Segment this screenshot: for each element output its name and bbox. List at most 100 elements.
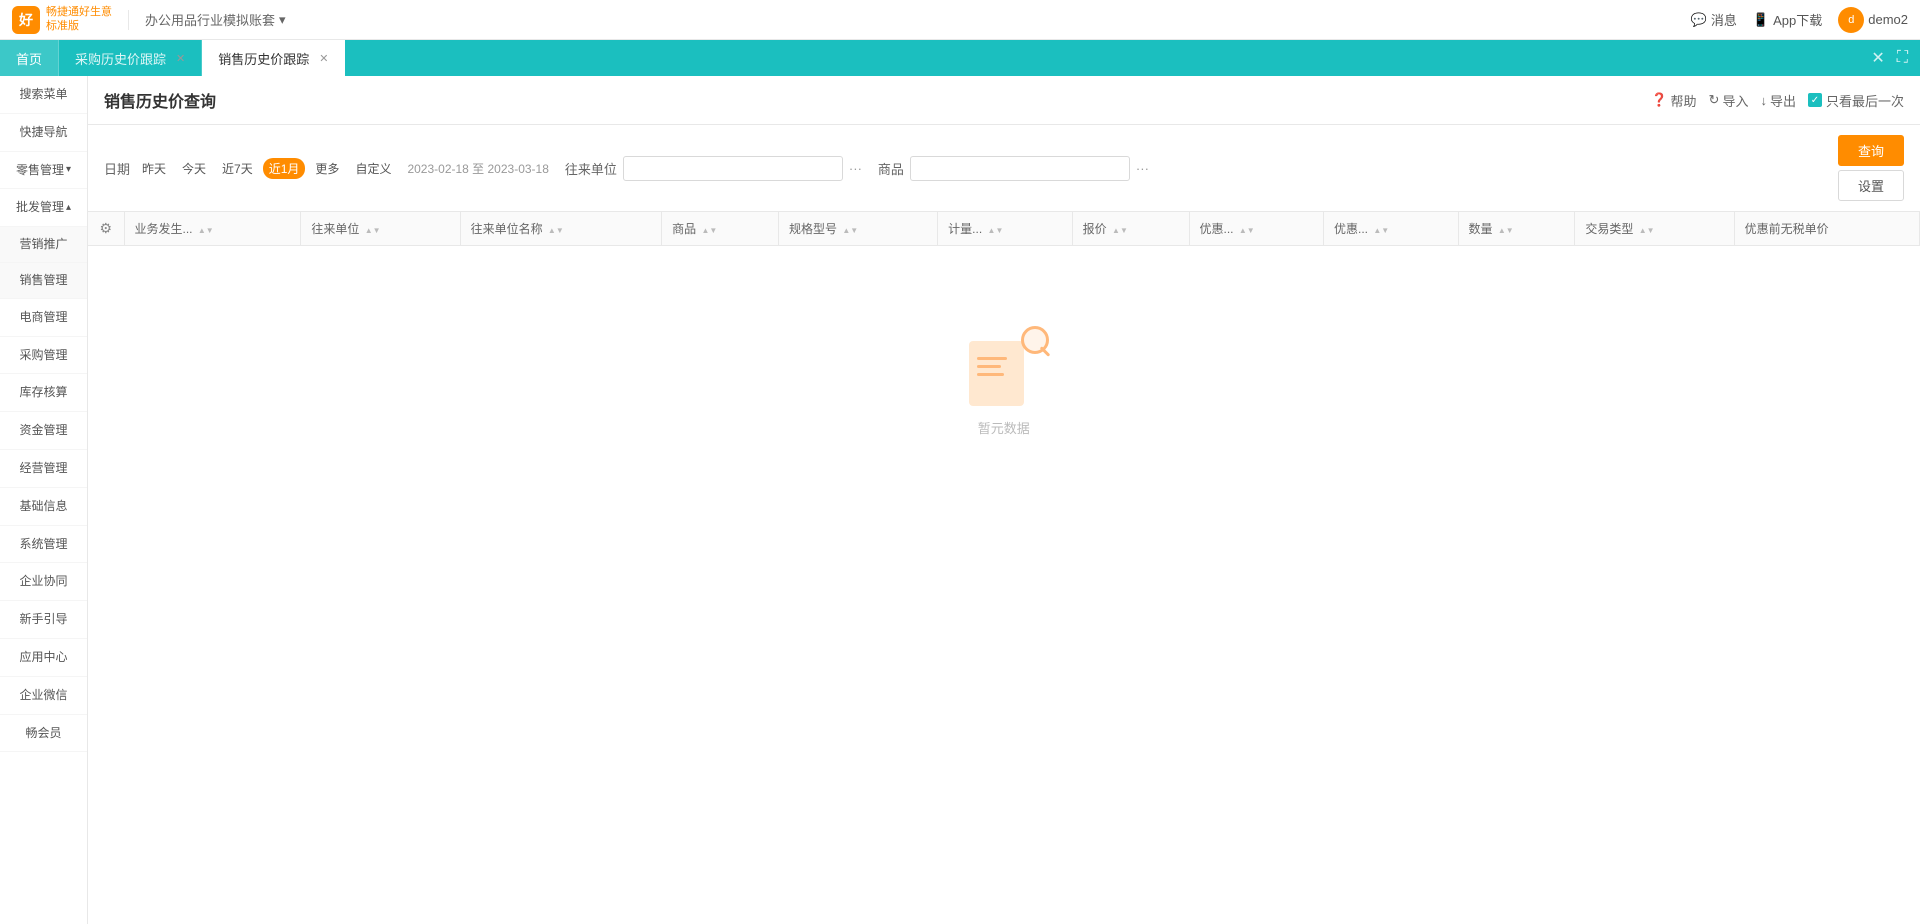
settings-button[interactable]: 设置 [1838, 170, 1904, 201]
th-product: 商品 ▲▼ [662, 212, 779, 246]
chevron-up-icon: ▴ [66, 201, 71, 215]
sidebar-item-app-center[interactable]: 应用中心 [0, 639, 87, 677]
logo-area: 好 畅捷通好生意 标准版 [12, 6, 112, 34]
filter-actions: 查询 设置 [1838, 135, 1904, 201]
sort-icon[interactable]: ▲▼ [548, 227, 564, 235]
th-quoted-price: 报价 ▲▼ [1072, 212, 1189, 246]
date-pill-today[interactable]: 今天 [176, 158, 212, 179]
sort-icon[interactable]: ▲▼ [1373, 227, 1389, 235]
date-pill-custom[interactable]: 自定义 [349, 158, 397, 179]
divider [128, 10, 129, 30]
sidebar-item-retail-mgmt[interactable]: 零售管理 ▾ [0, 152, 87, 190]
sidebar-item-member[interactable]: 畅会员 [0, 715, 87, 753]
close-purchase-tab[interactable]: ✕ [176, 52, 185, 65]
th-unit: 计量... ▲▼ [938, 212, 1073, 246]
empty-illustration [959, 326, 1049, 406]
avatar: d [1838, 7, 1864, 33]
sort-icon[interactable]: ▲▼ [365, 227, 381, 235]
table-container: ⚙ 业务发生... ▲▼ 往来单位 ▲▼ 往来单位名称 ▲▼ [88, 212, 1920, 924]
sort-icon[interactable]: ▲▼ [842, 227, 858, 235]
date-pill-more[interactable]: 更多 [309, 158, 345, 179]
date-pill-1month[interactable]: 近1月 [263, 158, 306, 179]
sidebar-item-quick-nav[interactable]: 快捷导航 [0, 114, 87, 152]
empty-state-cell: 暂元数据 [88, 246, 1920, 518]
sort-icon[interactable]: ▲▼ [1239, 227, 1255, 235]
counterparty-dots: ··· [849, 161, 862, 176]
sidebar-item-wechat[interactable]: 企业微信 [0, 677, 87, 715]
sort-icon[interactable]: ▲▼ [1498, 227, 1514, 235]
tab-purchase[interactable]: 采购历史价跟踪 ✕ [59, 40, 202, 76]
sidebar-item-sales-mgmt[interactable]: 销售管理 [0, 263, 87, 299]
counterparty-input[interactable] [623, 156, 843, 181]
th-pre-tax-price: 优惠前无税单价 [1734, 212, 1919, 246]
date-range-text: 2023-02-18 至 2023-03-18 [407, 160, 548, 177]
sidebar-item-basic-info[interactable]: 基础信息 [0, 488, 87, 526]
th-biz-date: 业务发生... ▲▼ [124, 212, 301, 246]
close-sales-tab[interactable]: ✕ [319, 52, 328, 65]
query-button[interactable]: 查询 [1838, 135, 1904, 166]
th-trade-type: 交易类型 ▲▼ [1575, 212, 1734, 246]
top-bar-right: 💬 消息 📱 App下载 d demo2 [1691, 7, 1908, 33]
tab-home[interactable]: 首页 [0, 40, 59, 76]
date-pills: 昨天 今天 近7天 近1月 更多 自定义 [136, 158, 397, 179]
doc-line [977, 357, 1007, 360]
sidebar-item-marketing[interactable]: 营销推广 [0, 227, 87, 263]
sidebar-sub-wholesale: 营销推广 销售管理 [0, 227, 87, 299]
tab-sales[interactable]: 销售历史价跟踪 ✕ [202, 40, 345, 76]
close-window-icon[interactable]: ✕ [1871, 48, 1884, 68]
sort-icon[interactable]: ▲▼ [1112, 227, 1128, 235]
sidebar-item-system[interactable]: 系统管理 [0, 526, 87, 564]
sidebar-item-inventory[interactable]: 库存核算 [0, 374, 87, 412]
sort-icon[interactable]: ▲▼ [198, 227, 214, 235]
only-last-checkbox[interactable]: 只看最后一次 [1808, 91, 1904, 110]
product-filter-group: 商品 ··· [878, 156, 1149, 181]
date-filter-label: 日期 [104, 159, 130, 178]
sort-icon[interactable]: ▲▼ [701, 227, 717, 235]
import-button[interactable]: ↻ 导入 [1709, 91, 1749, 110]
gear-icon[interactable]: ⚙ [99, 220, 112, 236]
date-pill-7days[interactable]: 近7天 [216, 158, 259, 179]
counterparty-label: 往来单位 [565, 159, 617, 178]
th-counterparty-name: 往来单位名称 ▲▼ [460, 212, 662, 246]
message-icon: 💬 [1691, 12, 1707, 28]
import-icon: ↻ [1709, 92, 1720, 108]
top-bar-left: 好 畅捷通好生意 标准版 办公用品行业模拟账套 ▾ [12, 6, 286, 34]
app-download-button[interactable]: 📱 App下载 [1753, 10, 1822, 29]
page-title: 销售历史价查询 [104, 88, 216, 124]
th-counterparty-id: 往来单位 ▲▼ [301, 212, 460, 246]
th-settings: ⚙ [88, 212, 124, 246]
sidebar-item-wholesale-mgmt[interactable]: 批发管理 ▴ [0, 189, 87, 227]
sidebar-item-ecommerce[interactable]: 电商管理 [0, 299, 87, 337]
product-dots: ··· [1136, 161, 1149, 176]
content-area: 销售历史价查询 ❓ 帮助 ↻ 导入 ↓ 导出 只看最后一次 [88, 76, 1920, 924]
empty-state: 暂元数据 [88, 246, 1920, 517]
top-bar: 好 畅捷通好生意 标准版 办公用品行业模拟账套 ▾ 💬 消息 📱 App下载 d… [0, 0, 1920, 40]
sidebar-item-purchase-mgmt[interactable]: 采购管理 [0, 337, 87, 375]
workspace-selector[interactable]: 办公用品行业模拟账套 ▾ [145, 10, 286, 29]
data-table: ⚙ 业务发生... ▲▼ 往来单位 ▲▼ 往来单位名称 ▲▼ [88, 212, 1920, 517]
message-button[interactable]: 💬 消息 [1691, 10, 1737, 29]
maximize-icon[interactable]: ⛶ [1897, 49, 1908, 67]
empty-text: 暂元数据 [978, 418, 1030, 437]
sidebar-item-finance[interactable]: 资金管理 [0, 412, 87, 450]
th-spec: 规格型号 ▲▼ [778, 212, 937, 246]
tab-bar: 首页 采购历史价跟踪 ✕ 销售历史价跟踪 ✕ ✕ ⛶ [0, 40, 1920, 76]
date-pill-yesterday[interactable]: 昨天 [136, 158, 172, 179]
help-button[interactable]: ❓ 帮助 [1651, 91, 1696, 110]
sort-icon[interactable]: ▲▼ [988, 227, 1004, 235]
user-menu[interactable]: d demo2 [1838, 7, 1908, 33]
sidebar-item-operations[interactable]: 经营管理 [0, 450, 87, 488]
counterparty-filter-group: 往来单位 ··· [565, 156, 862, 181]
sidebar-item-guide[interactable]: 新手引导 [0, 601, 87, 639]
page-header-actions: ❓ 帮助 ↻ 导入 ↓ 导出 只看最后一次 [1651, 91, 1904, 122]
chevron-down-icon: ▾ [66, 163, 71, 177]
export-button[interactable]: ↓ 导出 [1760, 91, 1796, 110]
logo-text: 畅捷通好生意 标准版 [46, 6, 112, 32]
sort-icon[interactable]: ▲▼ [1639, 227, 1655, 235]
checkbox-icon [1808, 93, 1822, 107]
sidebar-item-search-menu[interactable]: 搜索菜单 [0, 76, 87, 114]
page-header: 销售历史价查询 ❓ 帮助 ↻ 导入 ↓ 导出 只看最后一次 [88, 76, 1920, 125]
download-icon: 📱 [1753, 12, 1769, 28]
product-input[interactable] [910, 156, 1130, 181]
sidebar-item-enterprise[interactable]: 企业协同 [0, 563, 87, 601]
